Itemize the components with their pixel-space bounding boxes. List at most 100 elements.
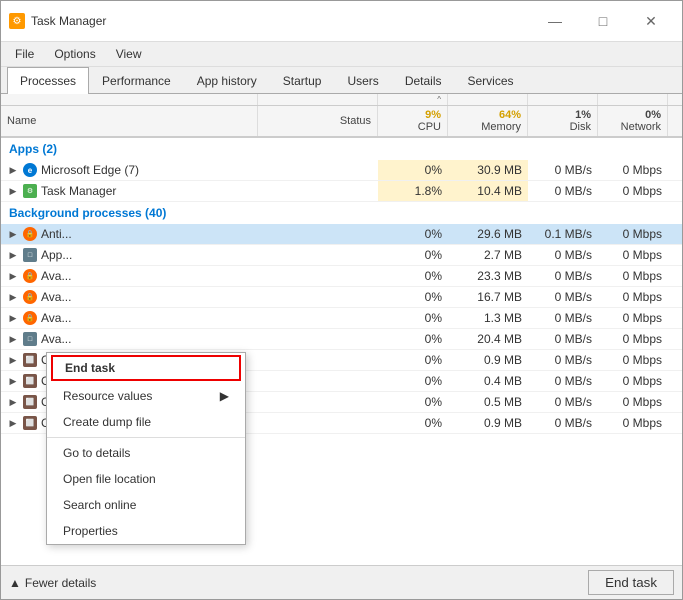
- status-cell: [258, 181, 378, 201]
- context-separator: [47, 437, 245, 438]
- memory-cell: 30.9 MB: [448, 160, 528, 180]
- av4-icon: 🔒: [23, 311, 37, 325]
- table-row[interactable]: ▶ 🔒 Ava... 0% 23.3 MB 0 MB/s 0 Mbps: [1, 266, 682, 287]
- com2-icon: ⬜: [23, 374, 37, 388]
- col-cpu[interactable]: 9% CPU: [378, 106, 448, 136]
- end-task-button[interactable]: End task: [588, 570, 674, 595]
- context-create-dump[interactable]: Create dump file: [47, 409, 245, 435]
- disk-pct: 1%: [575, 109, 591, 121]
- menu-bar: File Options View: [1, 42, 682, 67]
- minimize-button[interactable]: —: [532, 7, 578, 35]
- expand-icon[interactable]: ▶: [7, 165, 19, 176]
- context-open-file[interactable]: Open file location: [47, 466, 245, 492]
- menu-file[interactable]: File: [7, 44, 42, 64]
- cpu-cell: 0%: [378, 160, 448, 180]
- cpu-cell: 0%: [378, 350, 448, 370]
- box-icon: □: [23, 248, 37, 262]
- disk-cell: 0.1 MB/s: [528, 224, 598, 244]
- status-cell: [258, 350, 378, 370]
- cpu-cell: 0%: [378, 392, 448, 412]
- process-name-cell: ▶ 🔒 Ava...: [1, 287, 258, 307]
- av2-icon: 🔒: [23, 269, 37, 283]
- network-cell: 0 Mbps: [598, 308, 668, 328]
- context-menu: End task Resource values ▶ Create dump f…: [46, 352, 246, 545]
- tab-details[interactable]: Details: [392, 67, 455, 94]
- col-status[interactable]: Status: [258, 106, 378, 136]
- table-row[interactable]: ▶ 🔒 Ava... 0% 1.3 MB 0 MB/s 0 Mbps: [1, 308, 682, 329]
- disk-cell: 0 MB/s: [528, 160, 598, 180]
- expand-icon[interactable]: ▶: [7, 229, 19, 240]
- tab-startup[interactable]: Startup: [270, 67, 335, 94]
- col-sort-cpu[interactable]: ^: [378, 94, 448, 105]
- window-controls: — □ ✕: [532, 7, 674, 35]
- close-button[interactable]: ✕: [628, 7, 674, 35]
- disk-cell: 0 MB/s: [528, 371, 598, 391]
- memory-cell: 20.4 MB: [448, 329, 528, 349]
- col-name[interactable]: Name: [1, 106, 258, 136]
- memory-cell: 0.9 MB: [448, 350, 528, 370]
- disk-label: Disk: [570, 121, 591, 133]
- col-network[interactable]: 0% Network: [598, 106, 668, 136]
- network-cell: 0 Mbps: [598, 392, 668, 412]
- expand-icon[interactable]: ▶: [7, 376, 19, 387]
- table-row[interactable]: ▶ 🔒 Anti... 0% 29.6 MB 0.1 MB/s 0 Mbps: [1, 224, 682, 245]
- title-bar: ⚙ Task Manager — □ ✕: [1, 1, 682, 42]
- cpu-label: CPU: [418, 121, 441, 133]
- network-pct: 0%: [645, 109, 661, 121]
- process-name-cell: ▶ □ Ava...: [1, 329, 258, 349]
- disk-cell: 0 MB/s: [528, 350, 598, 370]
- table-row[interactable]: ▶ ⚙ Task Manager 1.8% 10.4 MB 0 MB/s 0 M…: [1, 181, 682, 202]
- network-cell: 0 Mbps: [598, 224, 668, 244]
- bg-section-header: Background processes (40): [1, 202, 682, 224]
- tab-app-history[interactable]: App history: [184, 67, 270, 94]
- menu-view[interactable]: View: [108, 44, 150, 64]
- process-name: Microsoft Edge (7): [41, 163, 139, 177]
- expand-icon[interactable]: ▶: [7, 313, 19, 324]
- memory-cell: 0.9 MB: [448, 413, 528, 433]
- cpu-cell: 0%: [378, 413, 448, 433]
- tab-processes[interactable]: Processes: [7, 67, 89, 94]
- table-row[interactable]: ▶ 🔒 Ava... 0% 16.7 MB 0 MB/s 0 Mbps: [1, 287, 682, 308]
- expand-icon[interactable]: ▶: [7, 250, 19, 261]
- tab-services[interactable]: Services: [455, 67, 527, 94]
- memory-cell: 1.3 MB: [448, 308, 528, 328]
- expand-icon[interactable]: ▶: [7, 186, 19, 197]
- col-disk[interactable]: 1% Disk: [528, 106, 598, 136]
- disk-cell: 0 MB/s: [528, 245, 598, 265]
- context-end-task[interactable]: End task: [51, 355, 241, 381]
- expand-icon[interactable]: ▶: [7, 271, 19, 282]
- menu-options[interactable]: Options: [46, 44, 103, 64]
- process-name-cell: ▶ 🔒 Ava...: [1, 266, 258, 286]
- col-memory[interactable]: 64% Memory: [448, 106, 528, 136]
- disk-cell: 0 MB/s: [528, 413, 598, 433]
- disk-cell: 0 MB/s: [528, 266, 598, 286]
- expand-icon[interactable]: ▶: [7, 355, 19, 366]
- network-cell: 0 Mbps: [598, 350, 668, 370]
- network-cell: 0 Mbps: [598, 266, 668, 286]
- expand-icon[interactable]: ▶: [7, 397, 19, 408]
- tab-users[interactable]: Users: [334, 67, 391, 94]
- tab-performance[interactable]: Performance: [89, 67, 184, 94]
- context-go-to-details[interactable]: Go to details: [47, 440, 245, 466]
- network-cell: 0 Mbps: [598, 181, 668, 201]
- table-row[interactable]: ▶ □ App... 0% 2.7 MB 0 MB/s 0 Mbps: [1, 245, 682, 266]
- expand-icon[interactable]: ▶: [7, 418, 19, 429]
- context-resource-values[interactable]: Resource values ▶: [47, 383, 245, 409]
- expand-icon[interactable]: ▶: [7, 334, 19, 345]
- memory-cell: 10.4 MB: [448, 181, 528, 201]
- com3-icon: ⬜: [23, 395, 37, 409]
- expand-icon[interactable]: ▶: [7, 292, 19, 303]
- cpu-cell: 0%: [378, 245, 448, 265]
- disk-cell: 0 MB/s: [528, 287, 598, 307]
- maximize-button[interactable]: □: [580, 7, 626, 35]
- context-search-online[interactable]: Search online: [47, 492, 245, 518]
- process-name: Ava...: [41, 311, 71, 325]
- table-row[interactable]: ▶ □ Ava... 0% 20.4 MB 0 MB/s 0 Mbps: [1, 329, 682, 350]
- context-properties[interactable]: Properties: [47, 518, 245, 544]
- status-bar: ▲ Fewer details End task: [1, 565, 682, 599]
- process-name-cell: ▶ 🔒 Anti...: [1, 224, 258, 244]
- fewer-details-button[interactable]: ▲ Fewer details: [9, 576, 96, 590]
- table-row[interactable]: ▶ e Microsoft Edge (7) 0% 30.9 MB 0 MB/s…: [1, 160, 682, 181]
- network-cell: 0 Mbps: [598, 371, 668, 391]
- memory-label: Memory: [481, 121, 521, 133]
